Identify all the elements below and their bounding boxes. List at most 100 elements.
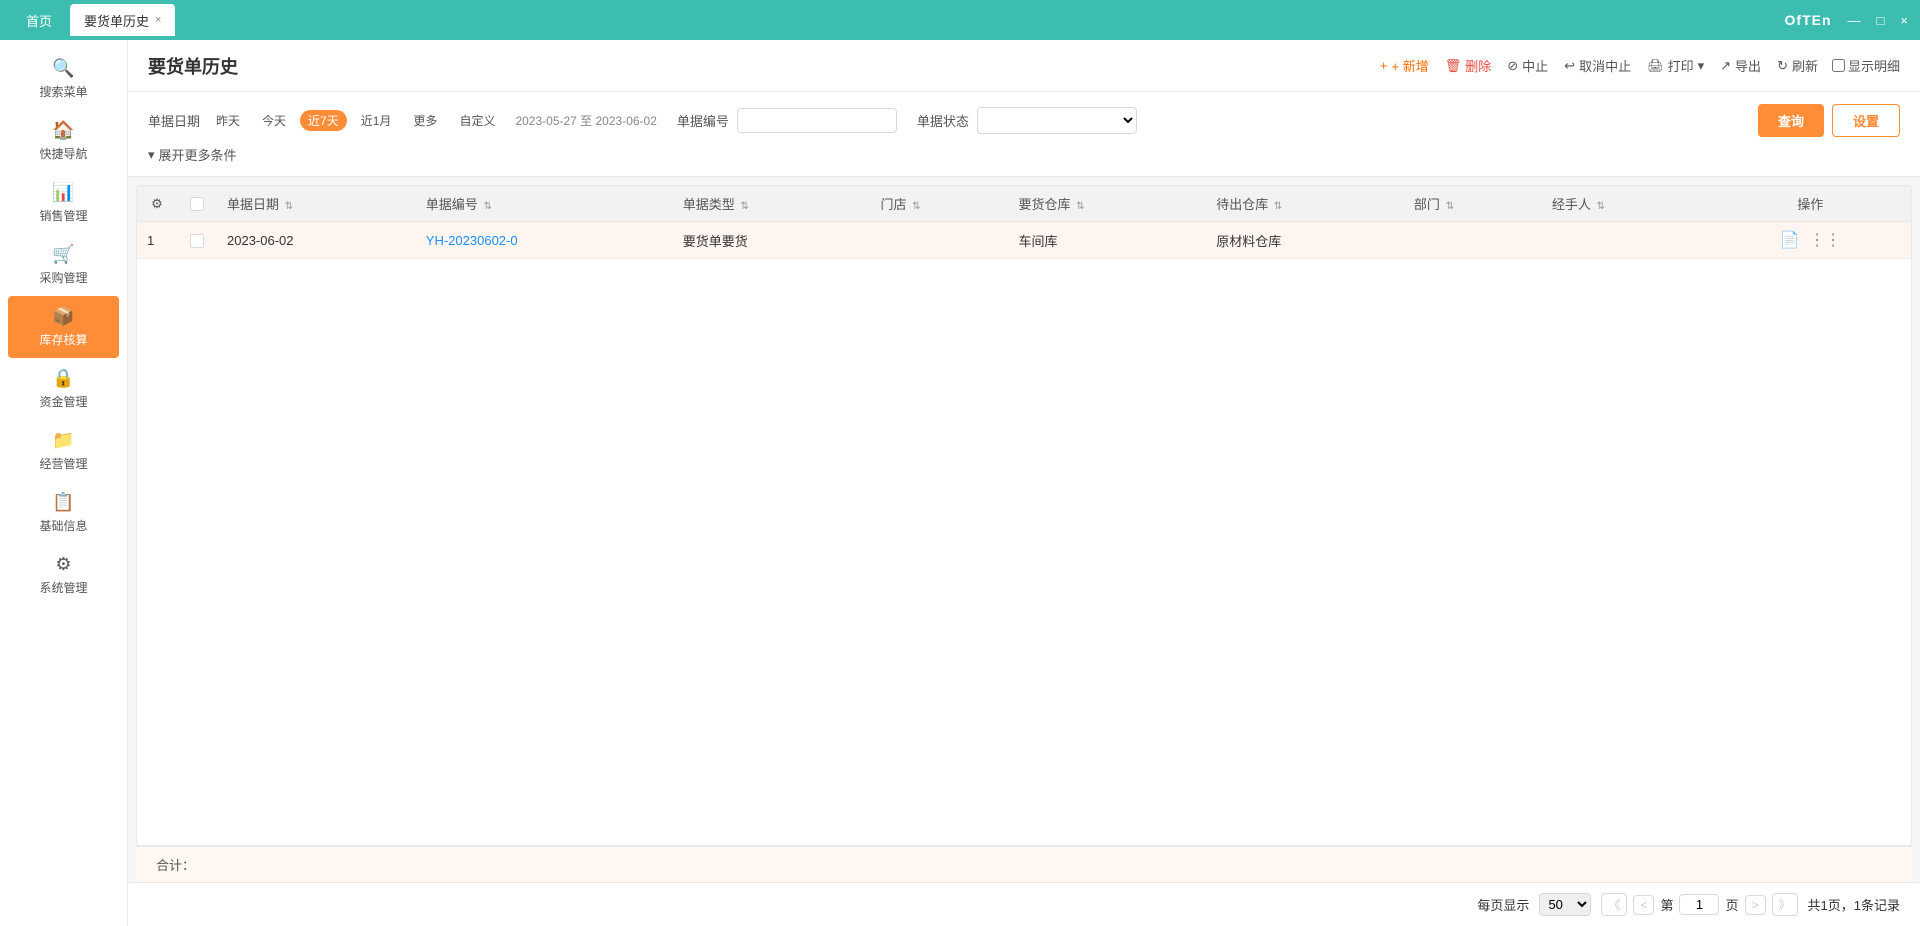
sidebar-item-ops[interactable]: 📁 经营管理 xyxy=(0,420,127,482)
print-button[interactable]: 🖨 打印 ▾ xyxy=(1645,52,1706,79)
col-store: 门店 ⇅ xyxy=(870,186,1008,222)
last-page-button[interactable]: 》 xyxy=(1772,893,1798,916)
per-page-label: 每页显示 xyxy=(1477,895,1529,914)
sidebar-item-system[interactable]: ⚙ 系统管理 xyxy=(0,544,127,606)
settings-button[interactable]: 设置 xyxy=(1832,104,1900,137)
filter-bill-no: 单据编号 xyxy=(677,108,897,133)
export-icon: ↗ xyxy=(1720,58,1731,74)
cell-pending-warehouse: 原材料仓库 xyxy=(1206,222,1404,259)
tab-home[interactable]: 首页 xyxy=(12,4,66,36)
tab-home-label: 首页 xyxy=(26,11,52,30)
col-department: 部门 ⇅ xyxy=(1404,186,1542,222)
date-option-custom[interactable]: 自定义 xyxy=(451,110,503,131)
export-button[interactable]: ↗ 导出 xyxy=(1718,52,1763,79)
sort-req-warehouse[interactable]: ⇅ xyxy=(1076,201,1084,212)
date-option-today[interactable]: 今天 xyxy=(254,110,294,131)
sort-handler[interactable]: ⇅ xyxy=(1597,201,1605,212)
date-option-more[interactable]: 更多 xyxy=(405,110,445,131)
display-detail-checkbox[interactable] xyxy=(1832,59,1845,72)
display-detail-label: 显示明细 xyxy=(1848,56,1900,75)
sidebar-item-purchase[interactable]: 🛒 采购管理 xyxy=(0,234,127,296)
col-handler: 经手人 ⇅ xyxy=(1542,186,1710,222)
sidebar-item-search-menu[interactable]: 🔍 搜索菜单 xyxy=(0,48,127,110)
expand-more-btn[interactable]: ▾ 展开更多条件 xyxy=(148,145,1900,164)
delete-icon: 🗑 xyxy=(1445,58,1462,74)
inventory-icon: 📦 xyxy=(52,306,74,327)
tab-bill-history[interactable]: 要货单历史 × xyxy=(70,4,175,36)
finance-icon: 🔒 xyxy=(52,368,74,389)
date-option-1month[interactable]: 近1月 xyxy=(353,110,400,131)
new-button[interactable]: + + 新增 xyxy=(1378,52,1431,79)
expand-more-label: 展开更多条件 xyxy=(159,145,237,164)
row-checkbox[interactable] xyxy=(190,234,204,248)
cell-bill-type: 要货单要货 xyxy=(673,222,871,259)
bill-no-link[interactable]: YH-20230602-0 xyxy=(426,233,518,248)
col-actions-label: 操作 xyxy=(1797,197,1823,212)
bill-no-input[interactable] xyxy=(737,108,897,133)
pagination: 每页显示 20 50 100 200 《 < 第 页 > 》 共1页，1条记录 xyxy=(128,882,1920,926)
data-table: ⚙ 单据日期 ⇅ 单据编号 ⇅ xyxy=(137,186,1911,259)
stop-icon: ⊘ xyxy=(1507,58,1518,74)
row-more-icon[interactable]: ⋮⋮ xyxy=(1809,232,1841,249)
sidebar-item-quick-nav[interactable]: 🏠 快捷导航 xyxy=(0,110,127,172)
col-req-warehouse: 要货仓库 ⇅ xyxy=(1008,186,1206,222)
sort-bill-no[interactable]: ⇅ xyxy=(483,201,491,212)
minimize-icon[interactable]: — xyxy=(1848,13,1861,28)
print-dropdown-icon[interactable]: ▾ xyxy=(1698,58,1705,74)
refresh-icon: ↻ xyxy=(1777,58,1788,74)
page-label: 第 xyxy=(1660,895,1673,914)
filter-bill-date: 单据日期 昨天 今天 近7天 近1月 更多 自定义 2023-05-27 至 2… xyxy=(148,110,657,131)
top-bar-right: OfTEn — □ × xyxy=(1785,12,1908,28)
sort-bill-type[interactable]: ⇅ xyxy=(740,201,748,212)
sort-bill-date[interactable]: ⇅ xyxy=(285,201,293,212)
page-number-input[interactable] xyxy=(1679,894,1719,915)
cell-department xyxy=(1404,222,1542,259)
bill-status-select[interactable] xyxy=(977,107,1137,134)
per-page-select[interactable]: 20 50 100 200 xyxy=(1539,893,1591,916)
filter-bill-status: 单据状态 xyxy=(917,107,1137,134)
col-handler-label: 经手人 xyxy=(1552,197,1591,212)
print-icon: 🖨 xyxy=(1647,58,1664,74)
sort-store[interactable]: ⇅ xyxy=(912,201,920,212)
header-actions: + + 新增 🗑 删除 ⊘ 中止 ↩ 取消中止 🖨 打印 xyxy=(1378,52,1900,79)
maximize-icon[interactable]: □ xyxy=(1877,13,1885,28)
sort-department[interactable]: ⇅ xyxy=(1446,201,1454,212)
filter-row-1: 单据日期 昨天 今天 近7天 近1月 更多 自定义 2023-05-27 至 2… xyxy=(148,104,1900,137)
display-detail-toggle[interactable]: 显示明细 xyxy=(1832,56,1900,75)
sidebar-item-inventory[interactable]: 📦 库存核算 xyxy=(8,296,119,358)
bill-date-label: 单据日期 xyxy=(148,111,200,130)
sidebar-item-basic-info[interactable]: 📋 基础信息 xyxy=(0,482,127,544)
query-button[interactable]: 查询 xyxy=(1758,104,1824,137)
row-edit-icon[interactable]: 📄 xyxy=(1780,232,1800,249)
sidebar-item-system-label: 系统管理 xyxy=(39,579,87,596)
table-container: ⚙ 单据日期 ⇅ 单据编号 ⇅ xyxy=(136,185,1912,846)
cell-bill-no: YH-20230602-0 xyxy=(416,222,673,259)
sidebar-item-purchase-label: 采购管理 xyxy=(39,269,87,286)
tab-close-icon[interactable]: × xyxy=(155,14,161,26)
date-option-yesterday[interactable]: 昨天 xyxy=(208,110,248,131)
next-page-button[interactable]: > xyxy=(1745,895,1766,915)
cell-check xyxy=(177,222,217,259)
cancel-stop-button[interactable]: ↩ 取消中止 xyxy=(1562,52,1633,79)
new-icon: + xyxy=(1380,58,1388,73)
expand-chevron-icon: ▾ xyxy=(148,147,155,163)
select-all-checkbox[interactable] xyxy=(190,197,204,211)
delete-button[interactable]: 🗑 删除 xyxy=(1443,52,1494,79)
sort-pending-warehouse[interactable]: ⇅ xyxy=(1274,201,1282,212)
cancel-stop-icon: ↩ xyxy=(1564,58,1575,74)
table-settings-icon[interactable]: ⚙ xyxy=(151,196,163,211)
table-row: 1 2023-06-02 YH-20230602-0 要货单要货 车间库 原材料… xyxy=(137,222,1911,259)
cell-bill-date: 2023-06-02 xyxy=(217,222,416,259)
col-settings: ⚙ xyxy=(137,186,177,222)
date-option-7days[interactable]: 近7天 xyxy=(300,110,347,131)
prev-page-button[interactable]: < xyxy=(1633,895,1654,915)
home-icon: 🏠 xyxy=(52,120,74,141)
window-close-icon[interactable]: × xyxy=(1900,13,1908,28)
stop-button[interactable]: ⊘ 中止 xyxy=(1505,52,1550,79)
cancel-stop-label: 取消中止 xyxy=(1579,56,1631,75)
sidebar-item-finance[interactable]: 🔒 资金管理 xyxy=(0,358,127,420)
filter-buttons: 查询 设置 xyxy=(1758,104,1900,137)
first-page-button[interactable]: 《 xyxy=(1601,893,1627,916)
sidebar-item-sales[interactable]: 📊 销售管理 xyxy=(0,172,127,234)
refresh-button[interactable]: ↻ 刷新 xyxy=(1775,52,1820,79)
